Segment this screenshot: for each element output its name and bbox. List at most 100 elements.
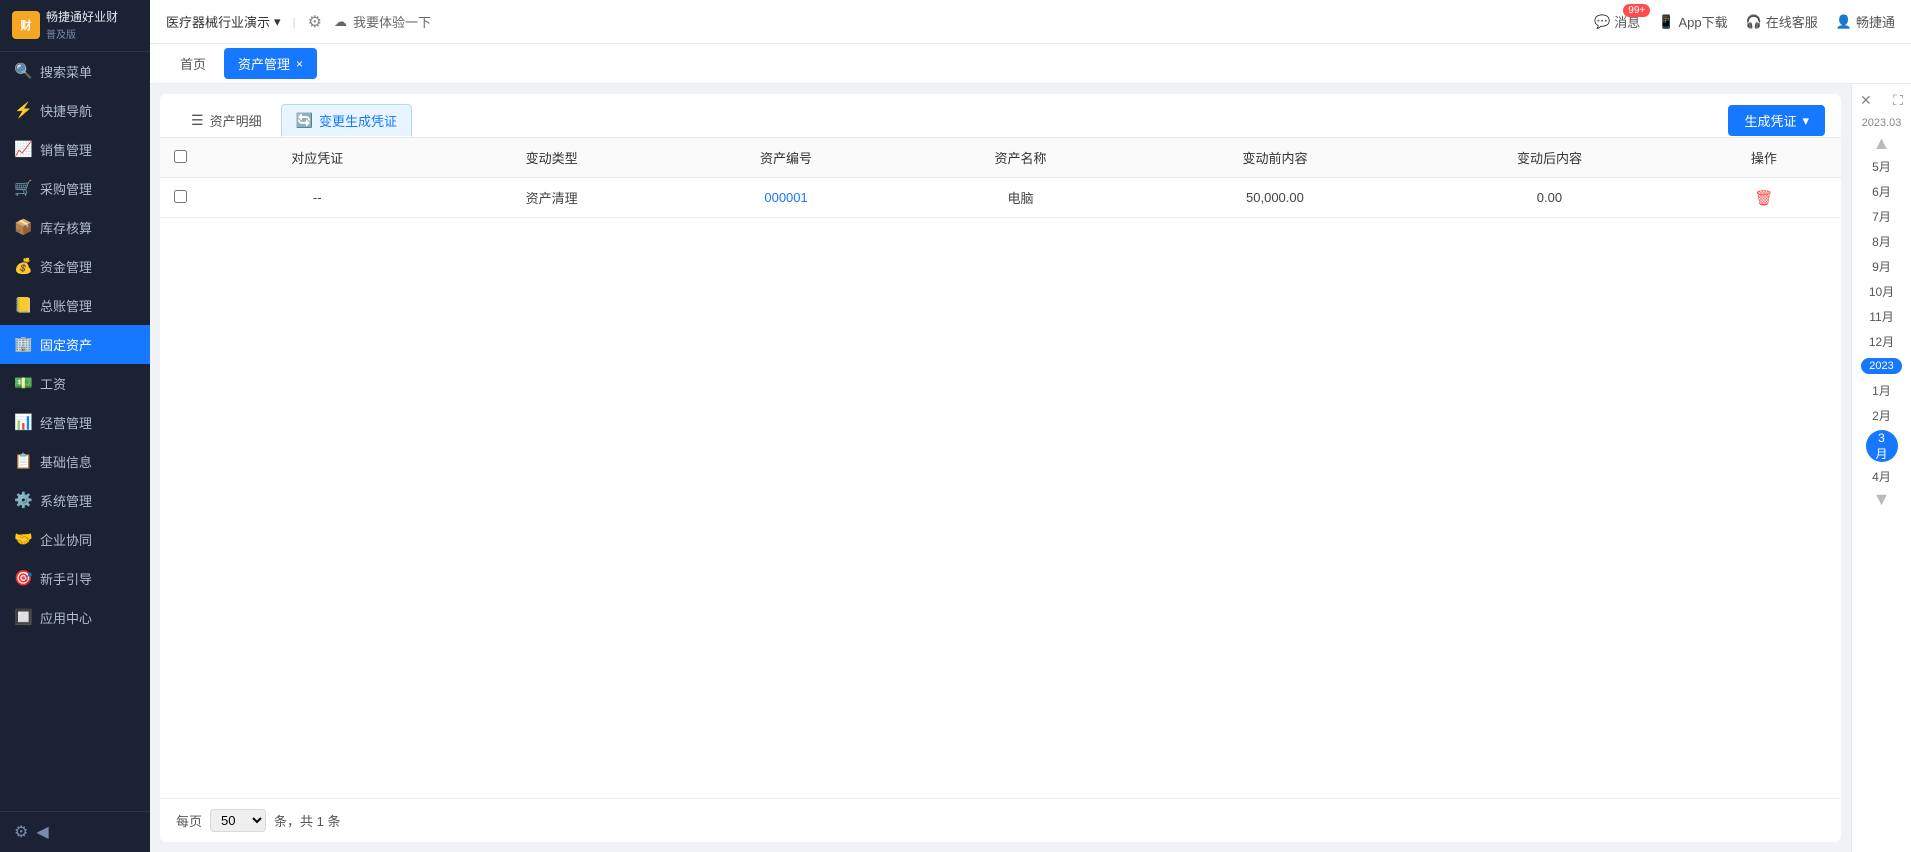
sidebar-icon-fixed-assets: 🏢	[14, 335, 32, 353]
panel-month[interactable]: 5月	[1861, 154, 1902, 179]
sidebar-icon-finance: 💰	[14, 257, 32, 275]
panel-expand-btn[interactable]: ⛶	[1893, 92, 1903, 109]
sidebar-item-purchase[interactable]: 🛒采购管理	[0, 169, 150, 208]
row-action-0: 🗑	[1687, 178, 1841, 218]
tab-asset-management[interactable]: 资产管理 ×	[224, 48, 317, 79]
tab-bar: 首页 资产管理 ×	[150, 44, 1911, 84]
settings-icon[interactable]: ⚙	[14, 822, 28, 842]
message-icon: 💬	[1594, 14, 1610, 30]
sidebar-item-search[interactable]: 🔍搜索菜单	[0, 52, 150, 91]
experience-link[interactable]: ☁ 我要体验一下	[334, 12, 431, 31]
experience-text: 我要体验一下	[353, 12, 431, 31]
sidebar-icon-app-center: 🔲	[14, 608, 32, 626]
sidebar-item-basic-info[interactable]: 📋基础信息	[0, 442, 150, 481]
panel-nav-up[interactable]: ▲	[1873, 133, 1891, 154]
settings-gear-icon[interactable]: ⚙	[308, 12, 322, 32]
online-service-btn[interactable]: 🎧 在线客服	[1746, 12, 1818, 31]
logo-text: 畅捷通好业财	[46, 10, 118, 26]
sidebar-item-operations[interactable]: 📊经营管理	[0, 403, 150, 442]
sidebar-item-fixed-assets[interactable]: 🏢固定资产	[0, 325, 150, 364]
sidebar-item-quick-nav[interactable]: ⚡快捷导航	[0, 91, 150, 130]
subtab-change-voucher[interactable]: 🔄 变更生成凭证	[281, 104, 412, 137]
sidebar-icon-salary: 💵	[14, 374, 32, 392]
sidebar-item-guide[interactable]: 🎯 新手引导	[0, 559, 150, 598]
subtab-left: ☰ 资产明细 🔄 变更生成凭证	[176, 104, 412, 137]
sidebar-icon-basic-info: 📋	[14, 452, 32, 470]
sidebar-item-inventory[interactable]: 📦库存核算	[0, 208, 150, 247]
sidebar: 财 畅捷通好业财 普及版 🔍搜索菜单⚡快捷导航📈销售管理🛒采购管理📦库存核算 💰 资…	[0, 0, 150, 852]
experience-icon: ☁	[334, 14, 347, 30]
asset-table: 对应凭证 变动类型 资产编号 资产名称 变动前内容 变动后内容 操作 -- 资产…	[160, 138, 1841, 218]
content-area: ☰ 资产明细 🔄 变更生成凭证 生成凭证 ▾	[150, 84, 1911, 852]
topbar-right: 💬 消息 99+ 📱 App下载 🎧 在线客服 👤 畅捷通	[1594, 12, 1895, 31]
sidebar-label-inventory: 库存核算	[40, 218, 92, 237]
sidebar-icon-ledger: 📒	[14, 296, 32, 314]
panel-year-label[interactable]: 2023	[1861, 358, 1901, 374]
delete-row-btn-0[interactable]: 🗑	[1754, 190, 1773, 207]
user-avatar-icon: 👤	[1836, 14, 1852, 30]
sidebar-item-app-center[interactable]: 🔲应用中心	[0, 598, 150, 637]
tab-close-icon[interactable]: ×	[296, 57, 303, 71]
panel-month[interactable]: 7月	[1861, 204, 1902, 229]
sidebar-label-finance: 资金管理	[40, 257, 92, 276]
sidebar-icon-purchase: 🛒	[14, 179, 32, 197]
sidebar-logo: 财 畅捷通好业财 普及版	[0, 0, 150, 52]
sidebar-item-ledger[interactable]: 📒 总账管理	[0, 286, 150, 325]
sidebar-icon-guide: 🎯	[14, 569, 32, 587]
sidebar-icon-search: 🔍	[14, 62, 32, 80]
panel-month[interactable]: 4月	[1864, 464, 1899, 489]
panel-month[interactable]: 1月	[1864, 378, 1899, 403]
header-after: 变动后内容	[1412, 138, 1687, 178]
row-change-type-0: 资产清理	[434, 178, 668, 218]
panel-month[interactable]: 12月	[1861, 329, 1902, 354]
panel-year-top: 2023.03	[1862, 117, 1902, 129]
collapse-icon[interactable]: ◀	[36, 822, 48, 842]
tab-home[interactable]: 首页	[166, 48, 220, 79]
app-download-label: App下载	[1678, 12, 1727, 31]
subtab-bar: ☰ 资产明细 🔄 变更生成凭证 生成凭证 ▾	[160, 94, 1841, 138]
asset-detail-icon: ☰	[191, 112, 204, 129]
logo-sub: 普及版	[46, 26, 118, 41]
table-wrap: 对应凭证 变动类型 资产编号 资产名称 变动前内容 变动后内容 操作 -- 资产…	[160, 138, 1841, 798]
company-selector[interactable]: 医疗器械行业演示 ▾	[166, 12, 281, 31]
change-voucher-icon: 🔄	[296, 112, 313, 129]
panel-month[interactable]: 11月	[1861, 304, 1902, 329]
message-btn[interactable]: 💬 消息 99+	[1594, 12, 1640, 31]
row-checkbox-input-0[interactable]	[174, 190, 187, 203]
row-after-0: 0.00	[1412, 178, 1687, 218]
per-page-select[interactable]: 102050100	[210, 809, 266, 832]
sidebar-item-system[interactable]: ⚙️系统管理	[0, 481, 150, 520]
user-name: 畅捷通	[1856, 12, 1895, 31]
sidebar-label-operations: 经营管理	[40, 413, 92, 432]
sidebar-label-guide: 新手引导	[40, 569, 92, 588]
panel-month[interactable]: 2月	[1864, 403, 1899, 428]
panel-month[interactable]: 9月	[1861, 254, 1902, 279]
sidebar-item-sales[interactable]: 📈销售管理	[0, 130, 150, 169]
row-asset-name-0: 电脑	[903, 178, 1137, 218]
row-voucher-0: --	[200, 178, 434, 218]
subtab-asset-detail[interactable]: ☰ 资产明细	[176, 104, 277, 137]
sidebar-label-ledger: 总账管理	[40, 296, 92, 315]
panel-close-btn[interactable]: ✕	[1860, 92, 1872, 109]
panel-month[interactable]: 6月	[1861, 179, 1902, 204]
row-checkbox-0	[160, 178, 200, 218]
sidebar-label-quick-nav: 快捷导航	[40, 101, 92, 120]
app-download-btn[interactable]: 📱 App下载	[1658, 12, 1727, 31]
sidebar-item-enterprise[interactable]: 🤝企业协同	[0, 520, 150, 559]
sidebar-item-finance[interactable]: 💰 资金管理	[0, 247, 150, 286]
header-asset-name: 资产名称	[903, 138, 1137, 178]
right-panel: ✕ ⛶ 2023.03 ▲ 5月6月7月8月9月10月11月12月 2023 1…	[1851, 84, 1911, 852]
main-area: 医疗器械行业演示 ▾ | ⚙ ☁ 我要体验一下 💬 消息 99+ 📱 App下载…	[150, 0, 1911, 852]
panel-month[interactable]: 8月	[1861, 229, 1902, 254]
panel-nav-down[interactable]: ▼	[1873, 489, 1891, 510]
generate-voucher-btn[interactable]: 生成凭证 ▾	[1728, 105, 1825, 136]
subtab-asset-detail-label: 资产明细	[210, 111, 262, 130]
company-name: 医疗器械行业演示	[166, 12, 270, 31]
sidebar-item-salary[interactable]: 💵工资	[0, 364, 150, 403]
panel-month-active[interactable]: 3月	[1866, 430, 1898, 462]
select-all-checkbox[interactable]	[174, 150, 187, 163]
row-asset-no-0: 000001	[669, 178, 903, 218]
user-info[interactable]: 👤 畅捷通	[1836, 12, 1895, 31]
online-service-label: 在线客服	[1766, 12, 1818, 31]
panel-month[interactable]: 10月	[1861, 279, 1902, 304]
